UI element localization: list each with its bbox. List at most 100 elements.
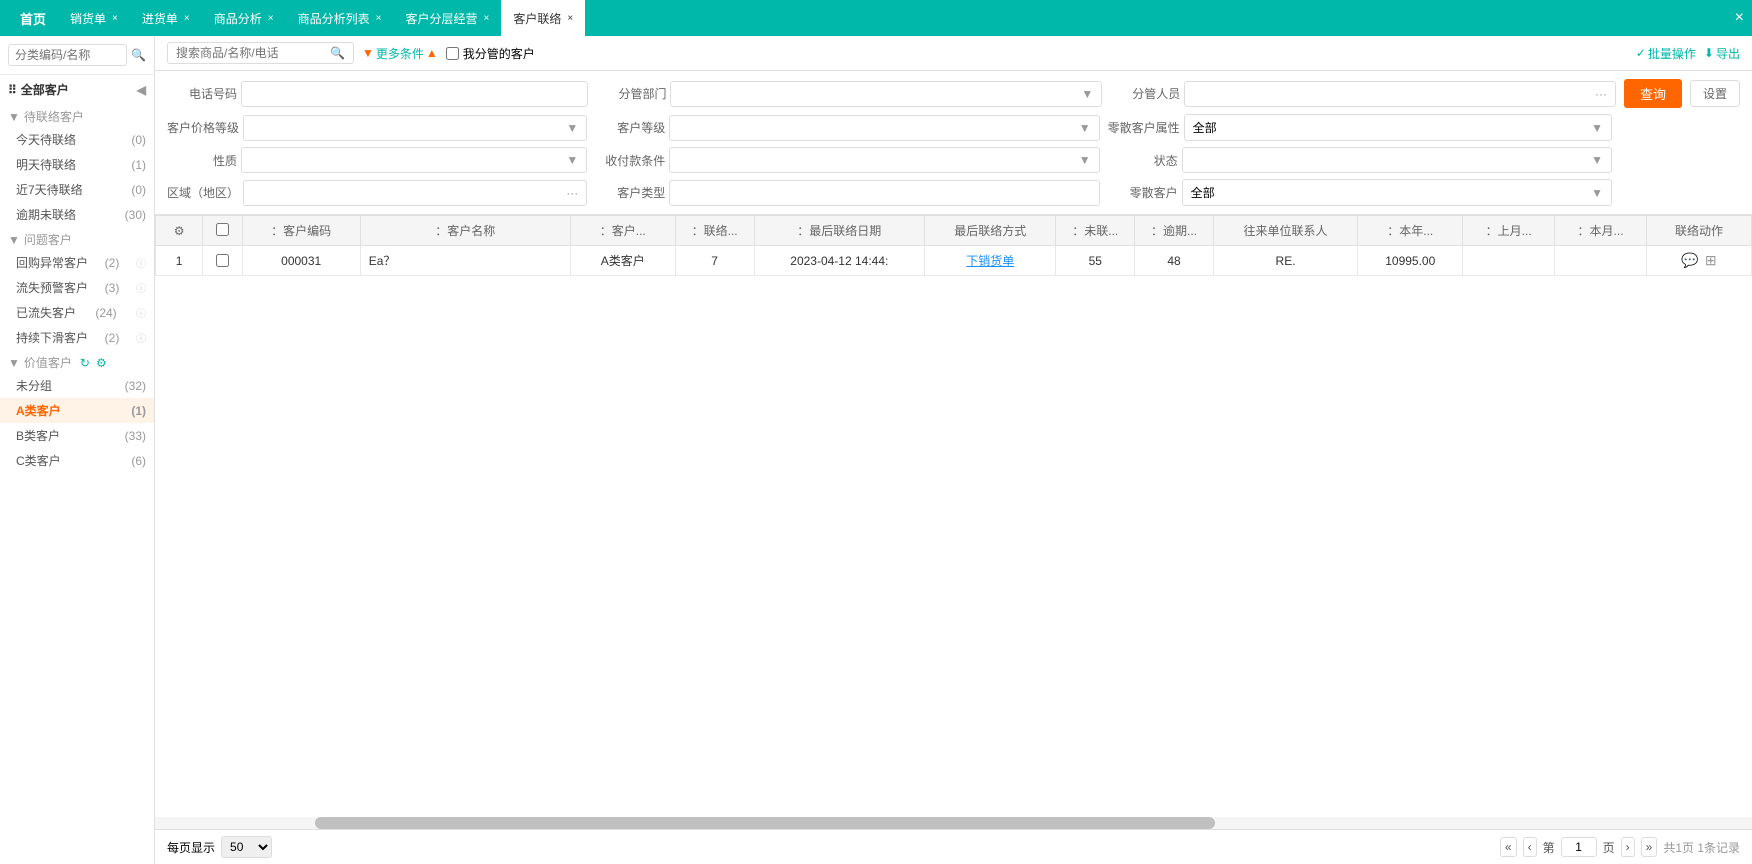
sidebar-item-class-b[interactable]: B类客户 (33)	[0, 423, 154, 448]
row-contact-count: 7	[675, 246, 754, 276]
sidebar-item-today[interactable]: 今天待联络 (0)	[0, 127, 154, 152]
scrollbar-thumb[interactable]	[315, 817, 1215, 829]
row-name[interactable]: Ea？	[360, 246, 570, 276]
sidebar-item-7days[interactable]: 近7天待联络 (0)	[0, 177, 154, 202]
select-all-checkbox[interactable]	[216, 223, 229, 236]
retail-customer-select[interactable]: 全部 ▼	[1182, 179, 1612, 206]
sidebar-item-repurchase-abnormal[interactable]: 回购异常客户 (2) ⓘ	[0, 250, 154, 275]
sidebar-item-unclassified[interactable]: 未分组 (32)	[0, 373, 154, 398]
filter-more-button[interactable]: ▼ 更多条件 ▲	[362, 45, 438, 62]
close-purchase-icon[interactable]: ×	[184, 13, 190, 24]
first-page-button[interactable]: «	[1500, 837, 1517, 857]
group-problem-label[interactable]: ▼ 问题客户	[0, 227, 154, 250]
th-overdue[interactable]: ：逾期...	[1135, 216, 1214, 246]
sidebar-item-tomorrow[interactable]: 明天待联络 (1)	[0, 152, 154, 177]
collapse-icon[interactable]: ◀	[137, 83, 146, 97]
nav-product-analysis-list[interactable]: 商品分析列表 ×	[286, 0, 394, 36]
th-last-month[interactable]: ：上月...	[1463, 216, 1555, 246]
my-customers-check[interactable]	[446, 47, 459, 60]
nature-select[interactable]: ▼	[241, 147, 587, 173]
th-uncontacted[interactable]: ：未联...	[1056, 216, 1135, 246]
sidebar-search-icon[interactable]: 🔍	[131, 48, 146, 62]
payment-select[interactable]: ▼	[669, 147, 1099, 173]
close-customer-contact-icon[interactable]: ×	[567, 13, 573, 24]
dept-select[interactable]: ▼	[670, 81, 1102, 107]
row-checkbox[interactable]	[216, 254, 229, 267]
th-name[interactable]: ：客户名称	[360, 216, 570, 246]
phone-input[interactable]	[241, 81, 588, 107]
th-this-month[interactable]: ：本月...	[1555, 216, 1647, 246]
customer-table: ⚙ ：客户编码 ：客户名称 ：客户... ：联络... ：最后联络日期 最后联络…	[155, 215, 1752, 276]
close-customer-layer-icon[interactable]: ×	[483, 13, 489, 24]
th-this-year[interactable]: ：本年...	[1358, 216, 1463, 246]
customer-type-input[interactable]	[669, 180, 1099, 206]
close-sales-icon[interactable]: ×	[112, 13, 118, 24]
sidebar-item-declining[interactable]: 持续下滑客户 (2) ⓘ	[0, 325, 154, 350]
refresh-icon[interactable]: ↻	[80, 356, 90, 370]
sidebar-search-input[interactable]	[8, 44, 127, 66]
horizontal-scrollbar[interactable]	[155, 817, 1752, 829]
group-value-label[interactable]: ▼ 价值客户 ↻ ⚙	[0, 350, 154, 373]
nav-product-analysis[interactable]: 商品分析 ×	[202, 0, 286, 36]
sidebar-item-class-c[interactable]: C类客户 (6)	[0, 448, 154, 473]
close-product-analysis-list-icon[interactable]: ×	[376, 13, 382, 24]
th-type[interactable]: ：客户...	[570, 216, 675, 246]
sidebar-item-overdue[interactable]: 逾期未联络 (30)	[0, 202, 154, 227]
chat-action-icon[interactable]: 💬	[1681, 252, 1698, 269]
nav-customer-contact[interactable]: 客户联络 ×	[501, 0, 585, 36]
row-overdue: 48	[1135, 246, 1214, 276]
batch-operation-button[interactable]: ✓ 批量操作	[1636, 45, 1696, 62]
settings-button[interactable]: 设置	[1690, 80, 1740, 107]
content-area: 🔍 ▼ 更多条件 ▲ 我分管的客户 ✓ 批量操作 ⬇ 导出	[155, 36, 1752, 864]
filter-search-input[interactable]	[176, 46, 326, 60]
filter-phone: 电话号码	[167, 81, 588, 107]
filter-row-1: 电话号码 分管部门 ▼ 分管人员 ··· 查	[167, 79, 1740, 108]
sidebar-item-churn-warning[interactable]: 流失预警客户 (3) ⓘ	[0, 275, 154, 300]
filter-actions: ✓ 批量操作 ⬇ 导出	[1636, 45, 1740, 62]
close-product-analysis-icon[interactable]: ×	[268, 13, 274, 24]
sidebar-all-customers[interactable]: ⠿ 全部客户 ◀	[0, 75, 154, 104]
th-checkbox[interactable]	[203, 216, 242, 246]
my-customers-checkbox[interactable]: 我分管的客户	[446, 45, 535, 62]
filter-search-box: 🔍	[167, 42, 354, 64]
next-page-button[interactable]: ›	[1621, 837, 1635, 857]
filter-row-3: 性质 ▼ 收付款条件 ▼ 状态	[167, 147, 1740, 173]
grid-action-icon[interactable]: ⊞	[1705, 252, 1717, 269]
last-page-button[interactable]: »	[1641, 837, 1658, 857]
prev-page-button[interactable]: ‹	[1523, 837, 1537, 857]
nav-sales[interactable]: 销货单 ×	[58, 0, 130, 36]
group-pending-label[interactable]: ▼ 待联络客户	[0, 104, 154, 127]
filter-retail-attr: 零散客户属性 全部 ▼	[1108, 114, 1612, 141]
th-last-date[interactable]: ：最后联络日期	[754, 216, 925, 246]
retail-attr-select[interactable]: 全部 ▼	[1184, 114, 1612, 141]
nav-customer-layer[interactable]: 客户分层经营 ×	[393, 0, 501, 36]
query-button[interactable]: 查询	[1624, 79, 1682, 108]
close-all-button[interactable]: ×	[1735, 9, 1744, 27]
page-size-select[interactable]: 20 50 100 200	[221, 836, 272, 858]
status-select[interactable]: ▼	[1182, 147, 1612, 173]
nav-purchase[interactable]: 进货单 ×	[130, 0, 202, 36]
th-settings[interactable]: ⚙	[156, 216, 203, 246]
manager-input[interactable]: ···	[1184, 81, 1616, 107]
sidebar-item-class-a[interactable]: A类客户 (1)	[0, 398, 154, 423]
last-method-link[interactable]: 下销货单	[966, 254, 1014, 268]
status-arrow-icon: ▼	[1591, 153, 1603, 167]
filter-nature: 性质 ▼	[167, 147, 587, 173]
settings-small-icon[interactable]: ⚙	[96, 356, 107, 370]
row-code: 000031	[242, 246, 360, 276]
page-number-input[interactable]	[1561, 837, 1597, 857]
retail-attr-arrow-icon: ▼	[1591, 121, 1603, 135]
region-input[interactable]: ···	[243, 180, 587, 206]
row-last-method[interactable]: 下销货单	[925, 246, 1056, 276]
price-level-select[interactable]: ▼	[243, 115, 587, 141]
nav-home[interactable]: 首页	[8, 0, 58, 36]
page-size-area: 每页显示 20 50 100 200	[167, 836, 272, 858]
info-icon-2: ⓘ	[136, 280, 146, 295]
th-contact-count[interactable]: ：联络...	[675, 216, 754, 246]
filter-customer-type: 客户类型	[595, 180, 1099, 206]
customer-level-select[interactable]: ▼	[669, 115, 1099, 141]
sidebar-item-churned[interactable]: 已流失客户 (24) ⓘ	[0, 300, 154, 325]
filter-search-icon[interactable]: 🔍	[330, 46, 345, 60]
export-button[interactable]: ⬇ 导出	[1704, 45, 1740, 62]
th-code[interactable]: ：客户编码	[242, 216, 360, 246]
